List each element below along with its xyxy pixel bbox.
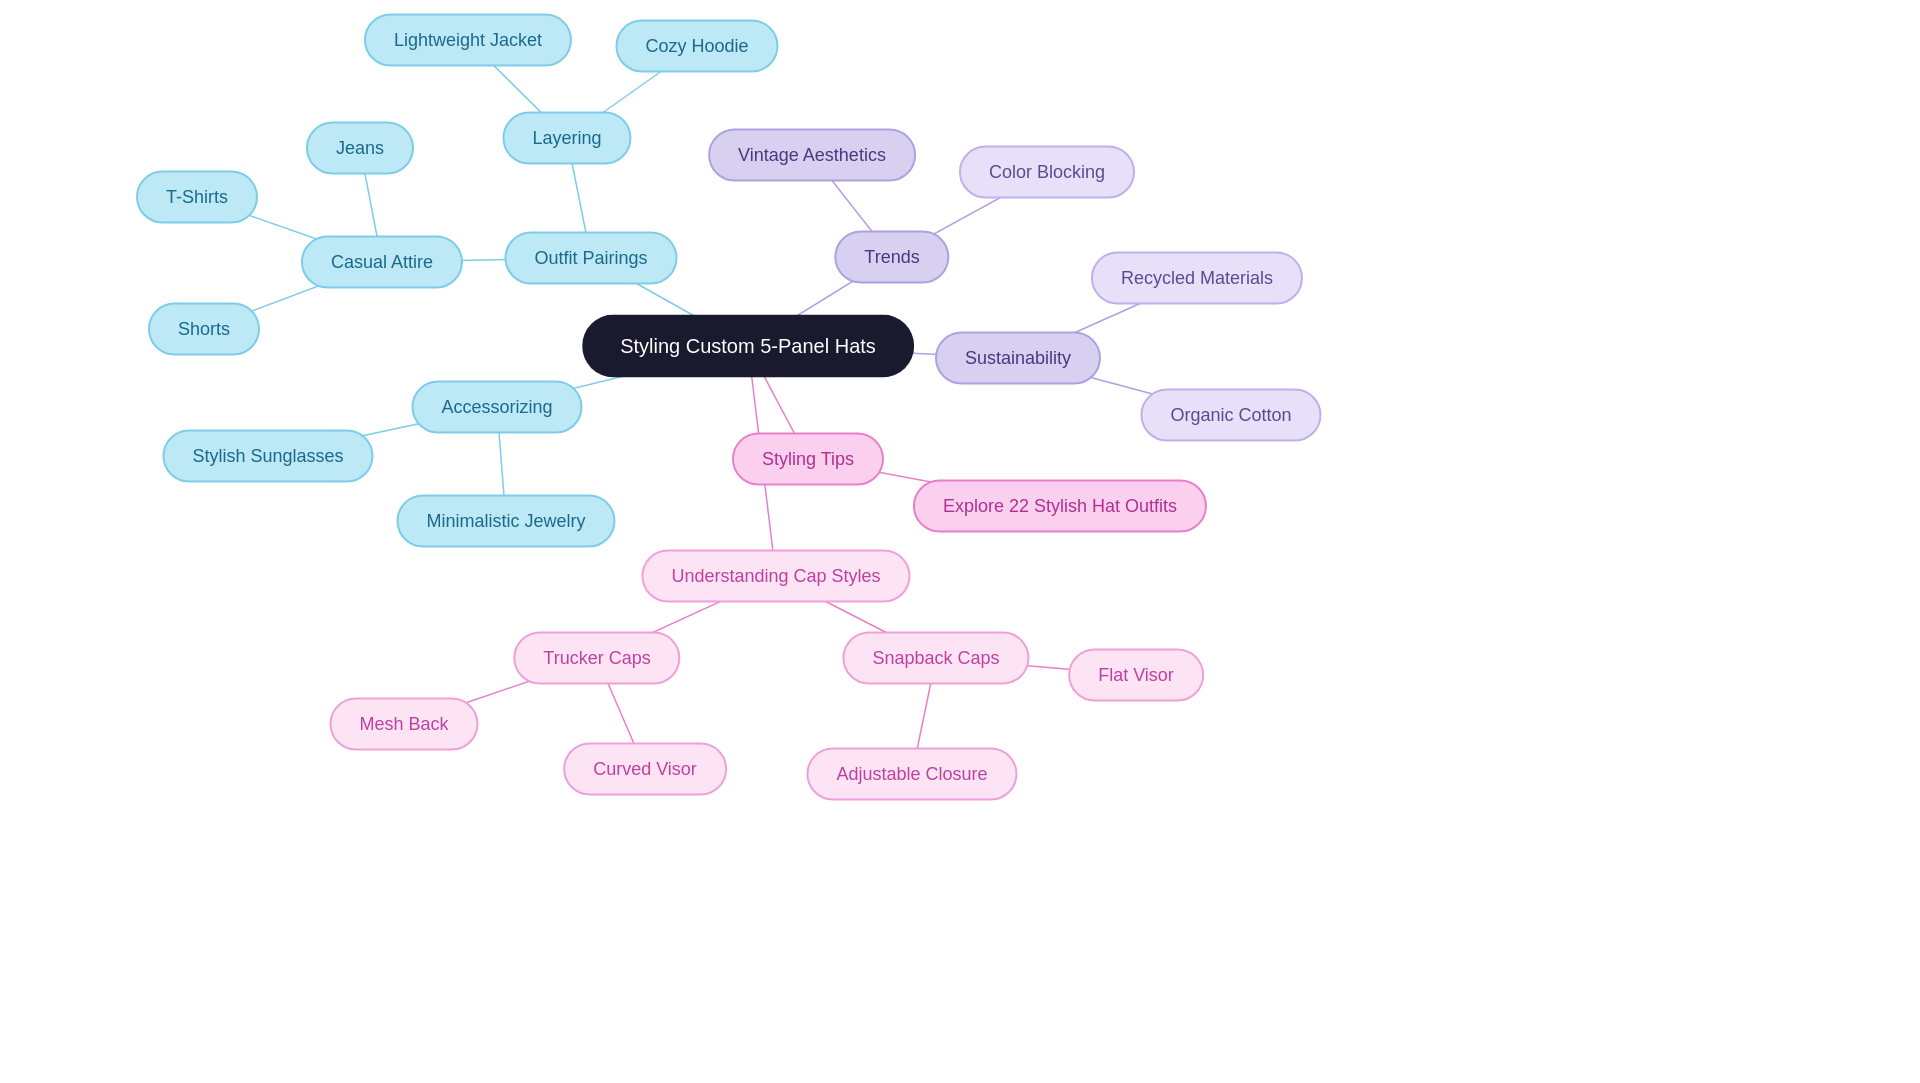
node-colorBlocking[interactable]: Color Blocking <box>959 146 1135 199</box>
node-lightweightJacket[interactable]: Lightweight Jacket <box>364 14 572 67</box>
node-truckerCaps[interactable]: Trucker Caps <box>513 632 680 685</box>
node-understandingCapStyles[interactable]: Understanding Cap Styles <box>641 550 910 603</box>
node-jeans[interactable]: Jeans <box>306 122 414 175</box>
mindmap-container: Styling Custom 5-Panel Hats Outfit Pairin… <box>0 0 1920 1083</box>
node-accessorizing[interactable]: Accessorizing <box>411 381 582 434</box>
node-sustainability[interactable]: Sustainability <box>935 332 1101 385</box>
node-shorts[interactable]: Shorts <box>148 303 260 356</box>
node-vintageAesthetics[interactable]: Vintage Aesthetics <box>708 129 916 182</box>
node-snapbackCaps[interactable]: Snapback Caps <box>842 632 1029 685</box>
node-center[interactable]: Styling Custom 5-Panel Hats <box>582 315 914 378</box>
node-adjustableClosure[interactable]: Adjustable Closure <box>806 748 1017 801</box>
node-cozyHoodie[interactable]: Cozy Hoodie <box>615 20 778 73</box>
node-layering[interactable]: Layering <box>502 112 631 165</box>
node-meshBack[interactable]: Mesh Back <box>329 698 478 751</box>
node-minimalisticJewelry[interactable]: Minimalistic Jewelry <box>396 495 615 548</box>
node-explore22[interactable]: Explore 22 Stylish Hat Outfits <box>913 480 1207 533</box>
node-curvedVisor[interactable]: Curved Visor <box>563 743 727 796</box>
node-stylingTips[interactable]: Styling Tips <box>732 433 884 486</box>
node-outfitPairings[interactable]: Outfit Pairings <box>504 232 677 285</box>
node-casualAttire[interactable]: Casual Attire <box>301 236 463 289</box>
node-organicCotton[interactable]: Organic Cotton <box>1140 389 1321 442</box>
node-styliShSunglasses[interactable]: Stylish Sunglasses <box>162 430 373 483</box>
node-recycledMaterials[interactable]: Recycled Materials <box>1091 252 1303 305</box>
node-flatVisor[interactable]: Flat Visor <box>1068 649 1204 702</box>
node-tShirts[interactable]: T-Shirts <box>136 171 258 224</box>
node-trends[interactable]: Trends <box>834 231 949 284</box>
